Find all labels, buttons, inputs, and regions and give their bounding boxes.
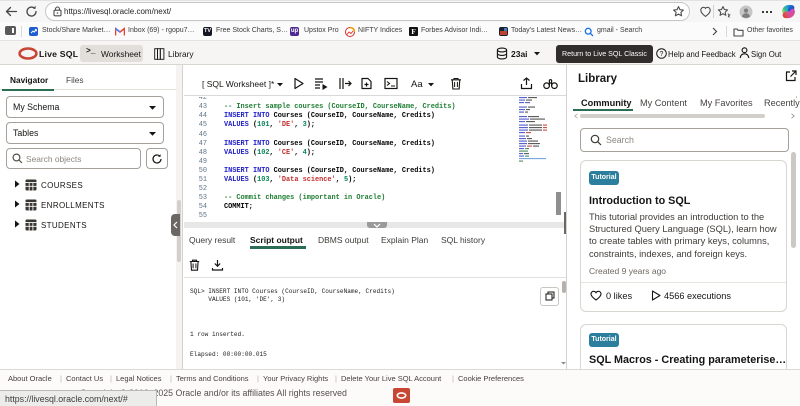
svg-text:?: ? xyxy=(660,51,664,58)
